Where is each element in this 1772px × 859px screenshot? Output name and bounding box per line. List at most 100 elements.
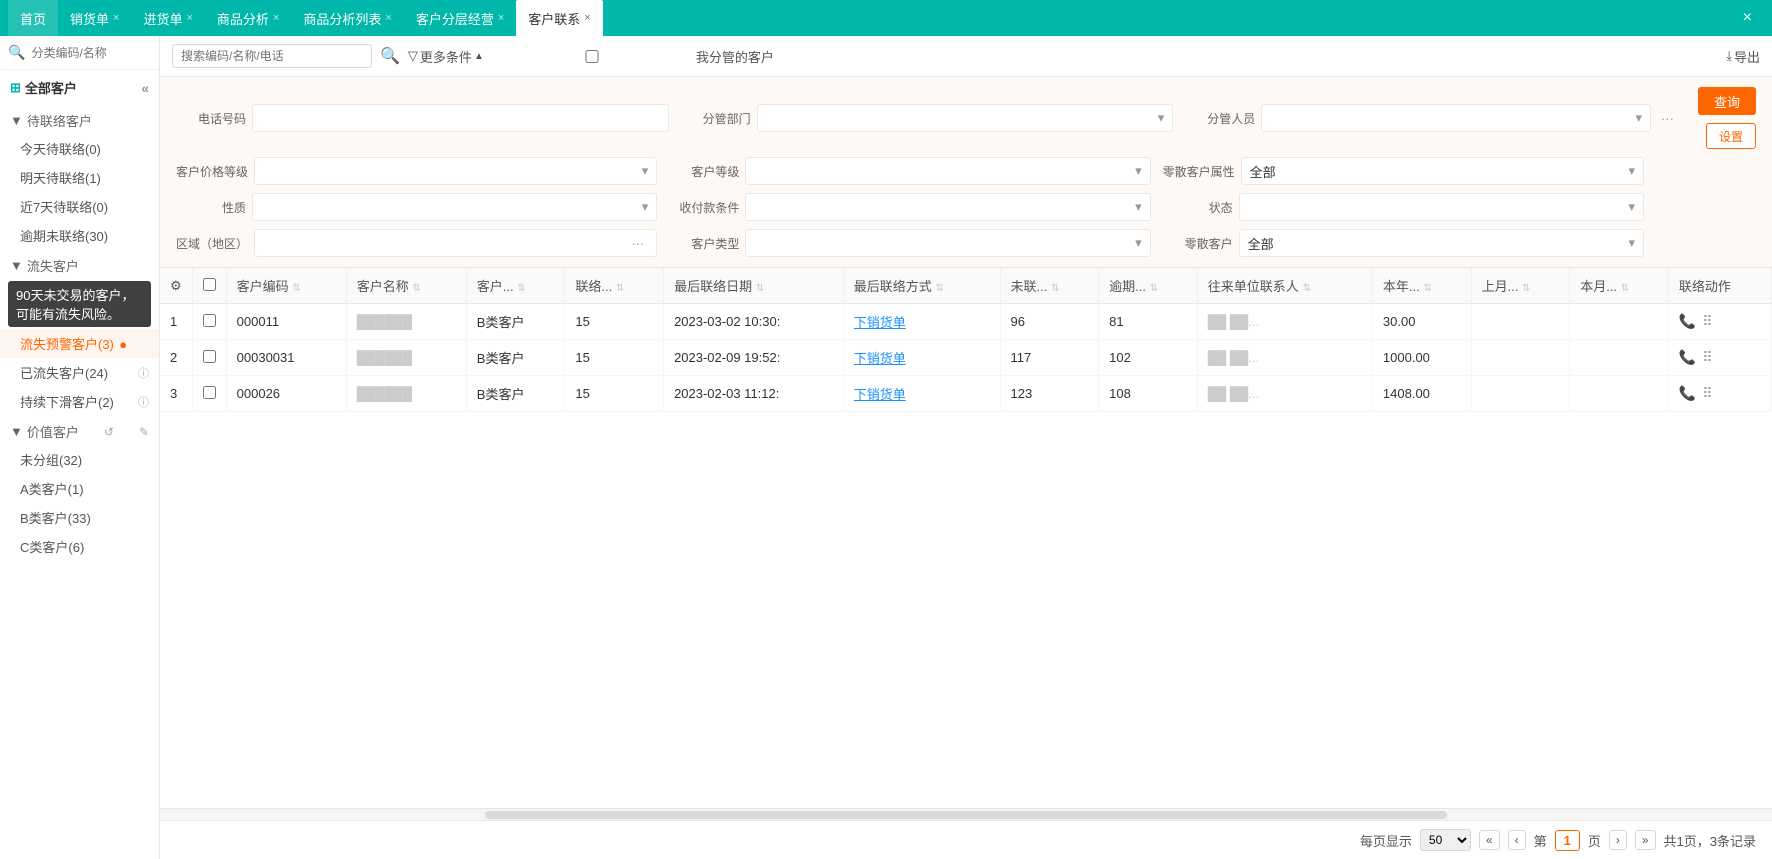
all-customers-header[interactable]: ⊞ 全部客户 « — [0, 70, 159, 105]
nature-select[interactable]: ▾ — [252, 193, 657, 221]
current-page-display: 1 — [1555, 830, 1580, 851]
search-input[interactable] — [172, 44, 372, 68]
settings-gear-icon[interactable]: ⚙ — [170, 278, 182, 293]
tab-purchase-close[interactable]: × — [186, 12, 192, 24]
customer-type-select[interactable]: ▾ — [745, 229, 1150, 257]
person-select[interactable]: ▾ — [1261, 104, 1651, 132]
sidebar-item-7days[interactable]: 近7天待联络(0) — [0, 192, 159, 221]
cell-last-method-1[interactable]: 下销货单 — [843, 340, 1000, 376]
search-button[interactable]: 🔍 — [380, 46, 400, 66]
phone-input[interactable] — [252, 104, 669, 132]
sidebar-item-overdue[interactable]: 逾期未联络(30) — [0, 221, 159, 250]
horizontal-scrollbar[interactable] — [160, 808, 1772, 820]
phone-action-icon[interactable]: 📞 — [1679, 313, 1696, 330]
col-contact-person[interactable]: 往来单位联系人 ⇅ — [1197, 268, 1372, 304]
payment-select[interactable]: ▾ — [745, 193, 1150, 221]
sidebar-item-tomorrow[interactable]: 明天待联络(1) — [0, 163, 159, 192]
tab-sales[interactable]: 销货单 × — [58, 0, 131, 36]
my-customers-checkbox[interactable] — [492, 50, 692, 63]
sidebar-item-declining[interactable]: 持续下滑客户(2) ⓘ — [0, 387, 159, 416]
query-button[interactable]: 查询 — [1698, 87, 1756, 115]
more-dots-region[interactable]: ··· — [627, 236, 648, 251]
retail-customer-select[interactable]: 全部 ▾ — [1239, 229, 1644, 257]
sidebar-item-lost[interactable]: 已流失客户(24) ⓘ — [0, 358, 159, 387]
sidebar-search-input[interactable] — [31, 46, 160, 60]
col-contact[interactable]: 联络... ⇅ — [565, 268, 664, 304]
my-customers-checkbox-label[interactable]: 我分管的客户 — [492, 47, 774, 66]
refresh-icon[interactable]: ↺ — [104, 425, 114, 439]
tab-purchase[interactable]: 进货单 × — [131, 0, 204, 36]
more-action-icon[interactable]: ⠿ — [1702, 385, 1712, 402]
sidebar-item-ungroup[interactable]: 未分组(32) — [0, 445, 159, 474]
window-close-button[interactable]: × — [1731, 9, 1764, 27]
last-page-button[interactable]: » — [1635, 830, 1656, 850]
region-select[interactable]: ··· — [254, 229, 657, 257]
col-last-date[interactable]: 最后联络日期 ⇅ — [664, 268, 844, 304]
collapse-btn[interactable]: « — [141, 80, 149, 96]
group-value-customers[interactable]: ▼ 价值客户 ↺ ✎ — [0, 416, 159, 445]
cell-checkbox-2[interactable] — [192, 376, 226, 412]
col-this-year[interactable]: 本年... ⇅ — [1372, 268, 1471, 304]
cell-code-2: 000026 — [226, 376, 346, 412]
more-dots-person[interactable]: ··· — [1657, 111, 1678, 126]
col-last-month[interactable]: 上月... ⇅ — [1471, 268, 1570, 304]
cell-checkbox-1[interactable] — [192, 340, 226, 376]
col-no-contact[interactable]: 未联... ⇅ — [1000, 268, 1099, 304]
sidebar-item-today[interactable]: 今天待联络(0) — [0, 134, 159, 163]
tab-customer-segment[interactable]: 客户分层经营 × — [404, 0, 516, 36]
col-settings[interactable]: ⚙ — [160, 268, 192, 304]
edit-icon[interactable]: ✎ — [139, 425, 149, 439]
tab-customer-segment-close[interactable]: × — [498, 12, 504, 24]
retail-attr-select[interactable]: 全部 ▾ — [1241, 157, 1644, 185]
col-this-month[interactable]: 本月... ⇅ — [1570, 268, 1669, 304]
cell-checkbox-0[interactable] — [192, 304, 226, 340]
tab-analysis-list-close[interactable]: × — [385, 12, 391, 24]
more-action-icon[interactable]: ⠿ — [1702, 349, 1712, 366]
cell-last-method-0[interactable]: 下销货单 — [843, 304, 1000, 340]
col-checkbox[interactable] — [192, 268, 226, 304]
group-waiting-contact[interactable]: ▼ 待联络客户 — [0, 105, 159, 134]
col-last-method[interactable]: 最后联络方式 ⇅ — [843, 268, 1000, 304]
per-page-select[interactable]: 50 20 100 — [1420, 829, 1471, 851]
cell-contact-person-0: ██ ██... — [1197, 304, 1372, 340]
tab-analysis[interactable]: 商品分析 × — [205, 0, 291, 36]
more-conditions-button[interactable]: ▽ 更多条件 ▲ — [408, 47, 484, 66]
sidebar-item-c-class[interactable]: C类客户(6) — [0, 532, 159, 561]
sort-type-icon: ⇅ — [517, 283, 525, 294]
export-button[interactable]: ⤓ 导出 — [1726, 47, 1760, 66]
cell-action-2: 📞 ⠿ — [1668, 376, 1771, 412]
first-page-button[interactable]: « — [1479, 830, 1500, 850]
arrow-icon: ▼ — [10, 258, 23, 273]
sidebar-item-a-class[interactable]: A类客户(1) — [0, 474, 159, 503]
col-overdue[interactable]: 逾期... ⇅ — [1099, 268, 1198, 304]
retail-attr-field: 零散客户属性 全部 ▾ — [1163, 157, 1644, 185]
col-code[interactable]: 客户编码 ⇅ — [226, 268, 346, 304]
warning-dot: ● — [119, 337, 127, 352]
sidebar-item-churn-warning[interactable]: 流失预警客户(3) ● — [0, 329, 159, 358]
phone-action-icon[interactable]: 📞 — [1679, 349, 1696, 366]
more-action-icon[interactable]: ⠿ — [1702, 313, 1712, 330]
customer-grade-select[interactable]: ▾ — [745, 157, 1150, 185]
tab-customer-contact-close[interactable]: × — [584, 12, 590, 24]
phone-field: 电话号码 — [176, 104, 669, 132]
cell-last-date-1: 2023-02-09 19:52: — [664, 340, 844, 376]
price-grade-select[interactable]: ▾ — [254, 157, 657, 185]
tab-analysis-list[interactable]: 商品分析列表 × — [291, 0, 403, 36]
next-page-button[interactable]: › — [1609, 830, 1627, 850]
status-select[interactable]: ▾ — [1239, 193, 1644, 221]
phone-action-icon[interactable]: 📞 — [1679, 385, 1696, 402]
col-type[interactable]: 客户... ⇅ — [466, 268, 565, 304]
dept-select[interactable]: ▾ — [757, 104, 1174, 132]
cell-last-method-2[interactable]: 下销货单 — [843, 376, 1000, 412]
scrollbar-thumb[interactable] — [485, 811, 1447, 819]
select-all-checkbox[interactable] — [203, 278, 216, 291]
settings-button[interactable]: 设置 — [1706, 123, 1756, 149]
tab-customer-contact[interactable]: 客户联系 × — [516, 0, 602, 36]
sidebar-item-b-class[interactable]: B类客户(33) — [0, 503, 159, 532]
prev-page-button[interactable]: ‹ — [1508, 830, 1526, 850]
tab-home[interactable]: 首页 — [8, 0, 58, 36]
group-lost-customers[interactable]: ▼ 流失客户 — [0, 250, 159, 279]
tab-analysis-close[interactable]: × — [273, 12, 279, 24]
tab-sales-close[interactable]: × — [113, 12, 119, 24]
col-name[interactable]: 客户名称 ⇅ — [346, 268, 466, 304]
